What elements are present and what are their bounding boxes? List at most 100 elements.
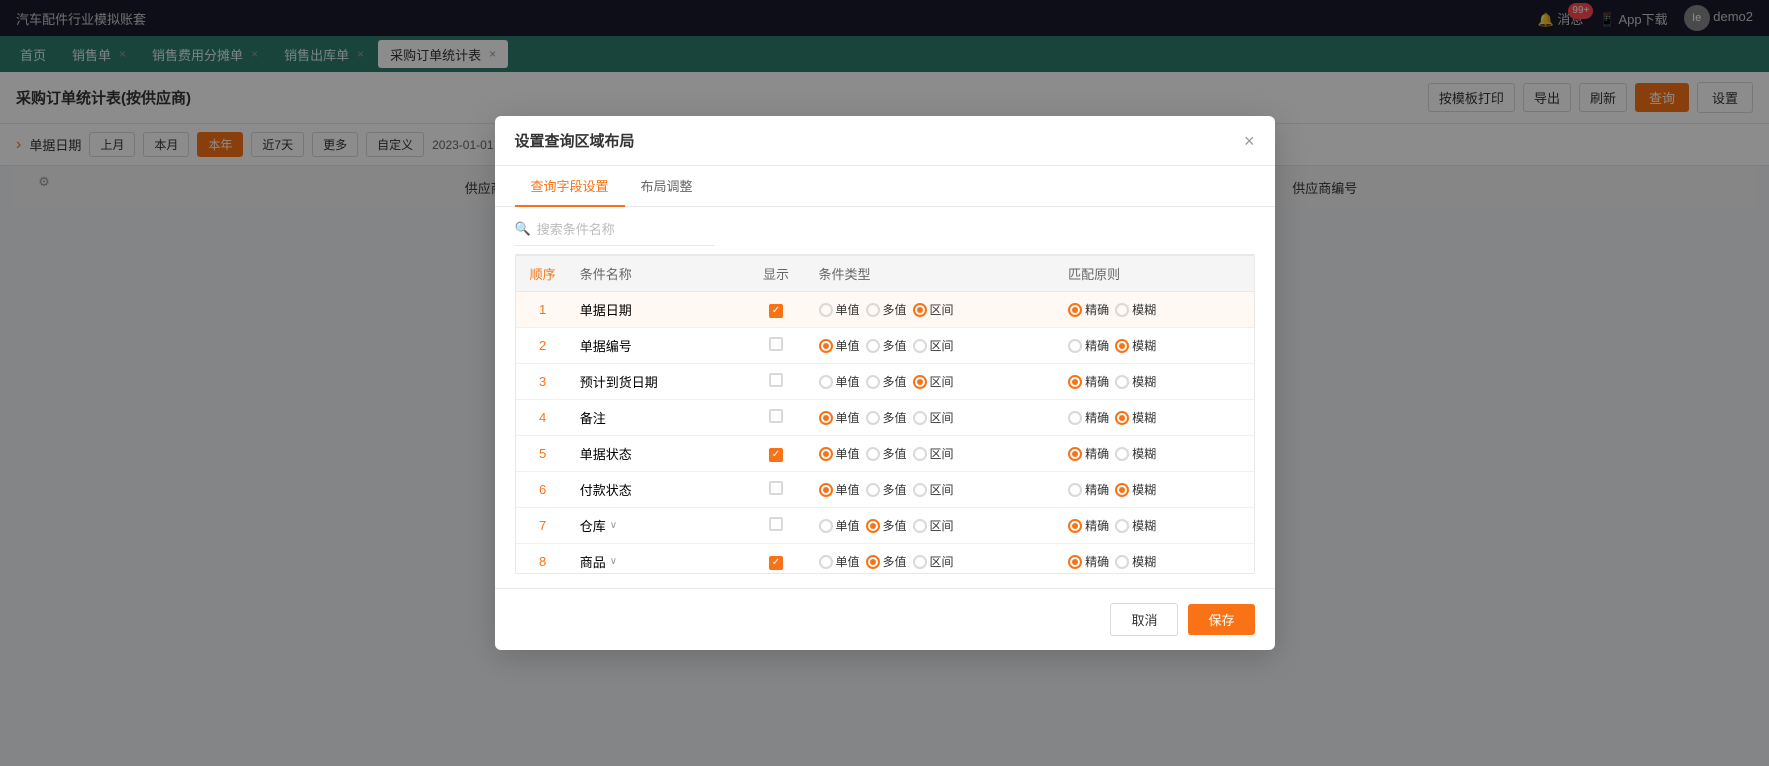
row-order: 7 bbox=[516, 508, 570, 544]
match-circle-exact bbox=[1068, 339, 1082, 353]
row-show-toggle[interactable] bbox=[743, 292, 808, 328]
show-checkbox[interactable] bbox=[769, 448, 783, 462]
type-radio-single[interactable]: 单值 bbox=[819, 517, 860, 534]
show-checkbox[interactable] bbox=[769, 304, 783, 318]
type-radio-group: 单值多值 区间 bbox=[819, 481, 1049, 498]
match-radio-exact[interactable]: 精确 bbox=[1068, 301, 1109, 318]
row-condition-name: 单据编号 bbox=[570, 328, 744, 364]
row-type: 单值 多值区间 bbox=[809, 508, 1059, 544]
type-radio-multi[interactable]: 多值 bbox=[866, 337, 907, 354]
type-radio-range[interactable]: 区间 bbox=[913, 481, 954, 498]
row-condition-name: 商品 ∨ bbox=[570, 544, 744, 575]
radio-circle-range bbox=[913, 555, 927, 569]
radio-label-range: 区间 bbox=[930, 445, 954, 462]
type-radio-multi[interactable]: 多值 bbox=[866, 409, 907, 426]
row-type: 单值 多值区间 bbox=[809, 400, 1059, 436]
modal-close-button[interactable]: × bbox=[1244, 132, 1255, 150]
row-show-toggle[interactable] bbox=[743, 544, 808, 575]
cancel-button[interactable]: 取消 bbox=[1110, 603, 1178, 636]
row-show-toggle[interactable] bbox=[743, 364, 808, 400]
radio-label-range: 区间 bbox=[930, 481, 954, 498]
save-button[interactable]: 保存 bbox=[1188, 604, 1254, 635]
name-with-dropdown: 仓库 ∨ bbox=[580, 516, 734, 535]
match-radio-fuzzy[interactable]: 模糊 bbox=[1115, 301, 1156, 318]
type-radio-range[interactable]: 区间 bbox=[913, 337, 954, 354]
radio-label-range: 区间 bbox=[930, 553, 954, 570]
type-radio-single[interactable]: 单值 bbox=[819, 301, 860, 318]
match-radio-exact[interactable]: 精确 bbox=[1068, 409, 1109, 426]
settings-table: 顺序 条件名称 显示 条件类型 匹配原则 1单据日期单值多值区间精确模糊2单据编… bbox=[516, 255, 1254, 574]
match-radio-exact[interactable]: 精确 bbox=[1068, 481, 1109, 498]
radio-circle-multi bbox=[866, 411, 880, 425]
show-checkbox[interactable] bbox=[769, 373, 783, 387]
search-box: 🔍 bbox=[515, 221, 715, 246]
show-checkbox[interactable] bbox=[769, 337, 783, 351]
match-radio-exact[interactable]: 精确 bbox=[1068, 553, 1109, 570]
type-radio-single[interactable]: 单值 bbox=[819, 337, 860, 354]
radio-label-single: 单值 bbox=[836, 301, 860, 318]
type-radio-range[interactable]: 区间 bbox=[913, 409, 954, 426]
type-radio-multi[interactable]: 多值 bbox=[866, 445, 907, 462]
match-radio-exact[interactable]: 精确 bbox=[1068, 373, 1109, 390]
match-radio-fuzzy[interactable]: 模糊 bbox=[1115, 517, 1156, 534]
row-condition-name: 预计到货日期 bbox=[570, 364, 744, 400]
row-show-toggle[interactable] bbox=[743, 400, 808, 436]
show-checkbox[interactable] bbox=[769, 517, 783, 531]
radio-label-single: 单值 bbox=[836, 553, 860, 570]
radio-label-multi: 多值 bbox=[883, 445, 907, 462]
row-match: 精确模糊 bbox=[1058, 364, 1253, 400]
row-order: 3 bbox=[516, 364, 570, 400]
row-show-toggle[interactable] bbox=[743, 328, 808, 364]
radio-circle-single bbox=[819, 447, 833, 461]
modal-body: 🔍 顺序 条件名称 显示 条件类型 匹配原则 bbox=[495, 207, 1275, 588]
radio-label-single: 单值 bbox=[836, 409, 860, 426]
match-radio-fuzzy[interactable]: 模糊 bbox=[1115, 445, 1156, 462]
type-radio-single[interactable]: 单值 bbox=[819, 373, 860, 390]
match-radio-exact[interactable]: 精确 bbox=[1068, 445, 1109, 462]
match-radio-fuzzy[interactable]: 模糊 bbox=[1115, 481, 1156, 498]
tab-layout-adjust[interactable]: 布局调整 bbox=[625, 166, 709, 207]
type-radio-range[interactable]: 区间 bbox=[913, 445, 954, 462]
match-radio-fuzzy[interactable]: 模糊 bbox=[1115, 553, 1156, 570]
match-radio-group: 精确 模糊 bbox=[1068, 301, 1243, 318]
match-circle-fuzzy bbox=[1115, 447, 1129, 461]
match-label-fuzzy: 模糊 bbox=[1132, 301, 1156, 318]
radio-circle-single bbox=[819, 555, 833, 569]
match-radio-exact[interactable]: 精确 bbox=[1068, 337, 1109, 354]
search-input[interactable] bbox=[537, 222, 697, 237]
type-radio-multi[interactable]: 多值 bbox=[866, 373, 907, 390]
type-radio-single[interactable]: 单值 bbox=[819, 409, 860, 426]
radio-circle-single bbox=[819, 411, 833, 425]
type-radio-range[interactable]: 区间 bbox=[913, 301, 954, 318]
type-radio-multi[interactable]: 多值 bbox=[866, 301, 907, 318]
match-radio-exact[interactable]: 精确 bbox=[1068, 517, 1109, 534]
type-radio-single[interactable]: 单值 bbox=[819, 553, 860, 570]
show-checkbox[interactable] bbox=[769, 556, 783, 570]
type-radio-range[interactable]: 区间 bbox=[913, 373, 954, 390]
settings-table-body: 1单据日期单值多值区间精确模糊2单据编号单值多值区间精确模糊3预计到货日期单值多… bbox=[516, 292, 1254, 575]
match-label-fuzzy: 模糊 bbox=[1132, 481, 1156, 498]
type-radio-single[interactable]: 单值 bbox=[819, 445, 860, 462]
type-radio-multi[interactable]: 多值 bbox=[866, 517, 907, 534]
match-radio-fuzzy[interactable]: 模糊 bbox=[1115, 409, 1156, 426]
show-checkbox[interactable] bbox=[769, 409, 783, 423]
type-radio-multi[interactable]: 多值 bbox=[866, 481, 907, 498]
type-radio-single[interactable]: 单值 bbox=[819, 481, 860, 498]
tab-query-fields[interactable]: 查询字段设置 bbox=[515, 166, 625, 207]
match-radio-fuzzy[interactable]: 模糊 bbox=[1115, 337, 1156, 354]
show-checkbox[interactable] bbox=[769, 481, 783, 495]
match-circle-exact bbox=[1068, 555, 1082, 569]
radio-label-multi: 多值 bbox=[883, 517, 907, 534]
row-show-toggle[interactable] bbox=[743, 436, 808, 472]
match-circle-fuzzy bbox=[1115, 483, 1129, 497]
match-radio-fuzzy[interactable]: 模糊 bbox=[1115, 373, 1156, 390]
radio-circle-multi bbox=[866, 375, 880, 389]
row-show-toggle[interactable] bbox=[743, 472, 808, 508]
type-radio-range[interactable]: 区间 bbox=[913, 517, 954, 534]
settings-table-container: 顺序 条件名称 显示 条件类型 匹配原则 1单据日期单值多值区间精确模糊2单据编… bbox=[515, 254, 1255, 574]
row-show-toggle[interactable] bbox=[743, 508, 808, 544]
type-radio-range[interactable]: 区间 bbox=[913, 553, 954, 570]
radio-label-multi: 多值 bbox=[883, 373, 907, 390]
type-radio-multi[interactable]: 多值 bbox=[866, 553, 907, 570]
radio-label-multi: 多值 bbox=[883, 409, 907, 426]
